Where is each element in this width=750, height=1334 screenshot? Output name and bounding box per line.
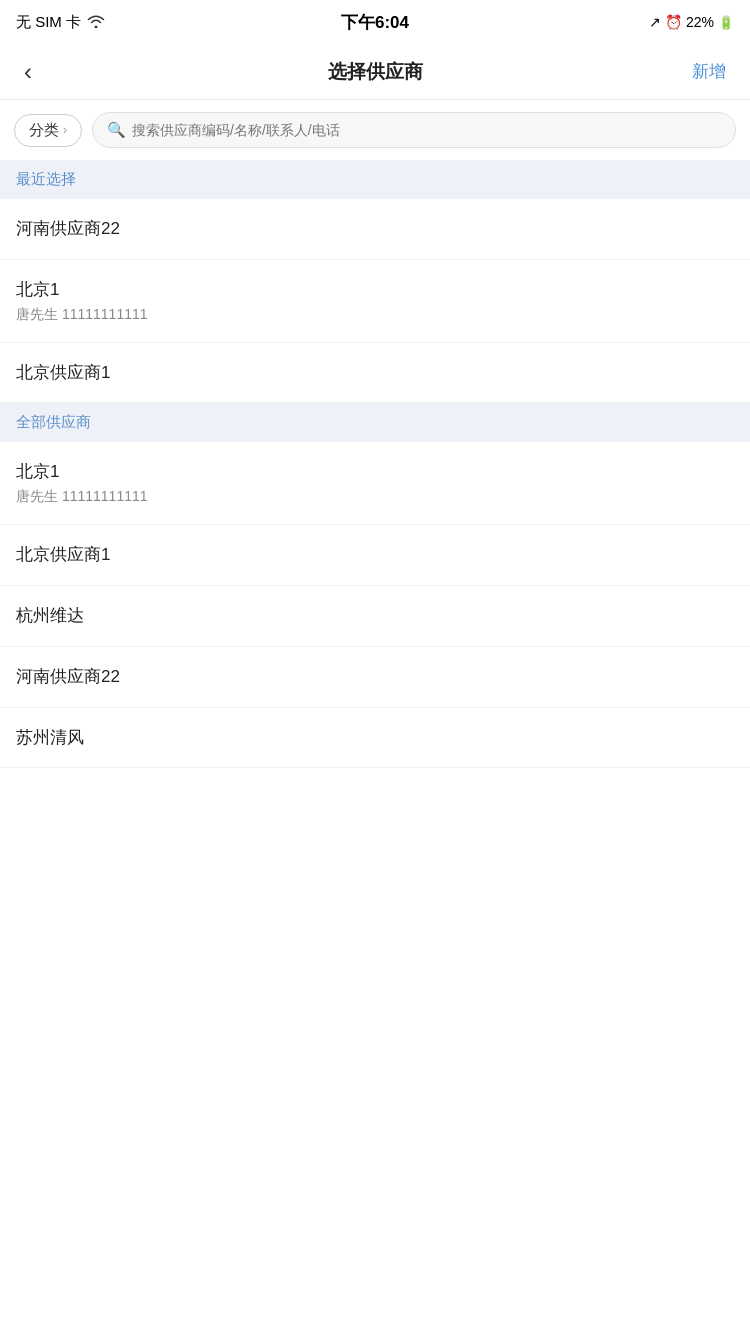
all-section-header: 全部供应商 (0, 403, 750, 442)
supplier-name: 河南供应商22 (16, 665, 734, 689)
all-list-item[interactable]: 北京1 唐先生 11111111111 (0, 442, 750, 525)
supplier-contact: 唐先生 11111111111 (16, 306, 734, 324)
category-label: 分类 (29, 121, 59, 140)
status-time: 下午6:04 (341, 11, 409, 34)
all-section-label: 全部供应商 (16, 413, 91, 430)
supplier-contact: 唐先生 11111111111 (16, 488, 734, 506)
supplier-name: 杭州维达 (16, 604, 734, 628)
location-icon: ↗ (649, 14, 661, 30)
add-button[interactable]: 新增 (684, 52, 734, 91)
nav-bar: ‹ 选择供应商 新增 (0, 44, 750, 100)
all-list-item[interactable]: 河南供应商22 (0, 647, 750, 708)
category-button[interactable]: 分类 › (14, 114, 82, 147)
chevron-right-icon: › (63, 123, 67, 137)
sim-status: 无 SIM 卡 (16, 13, 81, 32)
supplier-name: 苏州清风 (16, 726, 734, 750)
all-list-item[interactable]: 北京供应商1 (0, 525, 750, 586)
status-right: ↗ ⏰ 22% 🔋 (649, 14, 734, 30)
status-left: 无 SIM 卡 (16, 13, 105, 32)
recent-section-label: 最近选择 (16, 170, 76, 187)
supplier-name: 北京供应商1 (16, 361, 734, 385)
supplier-name: 北京供应商1 (16, 543, 734, 567)
all-list-item[interactable]: 杭州维达 (0, 586, 750, 647)
wifi-icon (87, 14, 105, 31)
recent-list: 河南供应商22 北京1 唐先生 11111111111 北京供应商1 (0, 199, 750, 403)
supplier-name: 河南供应商22 (16, 217, 734, 241)
filter-bar: 分类 › 🔍 (0, 100, 750, 160)
all-list: 北京1 唐先生 11111111111 北京供应商1 杭州维达河南供应商22 苏州清风 (0, 442, 750, 768)
recent-list-item[interactable]: 北京1 唐先生 11111111111 (0, 260, 750, 343)
battery-icon: 🔋 (718, 15, 734, 30)
search-input[interactable] (132, 122, 721, 138)
recent-list-item[interactable]: 河南供应商22 (0, 199, 750, 260)
supplier-name: 北京1 (16, 460, 734, 484)
battery-text: 22% (686, 14, 714, 30)
recent-section-header: 最近选择 (0, 160, 750, 199)
search-icon: 🔍 (107, 121, 126, 139)
status-bar: 无 SIM 卡 下午6:04 ↗ ⏰ 22% 🔋 (0, 0, 750, 44)
page-title: 选择供应商 (328, 59, 423, 85)
recent-list-item[interactable]: 北京供应商1 (0, 343, 750, 404)
back-button[interactable]: ‹ (16, 52, 40, 92)
search-box[interactable]: 🔍 (92, 112, 736, 148)
alarm-icon: ⏰ (665, 14, 682, 30)
all-list-item[interactable]: 苏州清风 (0, 708, 750, 769)
supplier-name: 北京1 (16, 278, 734, 302)
